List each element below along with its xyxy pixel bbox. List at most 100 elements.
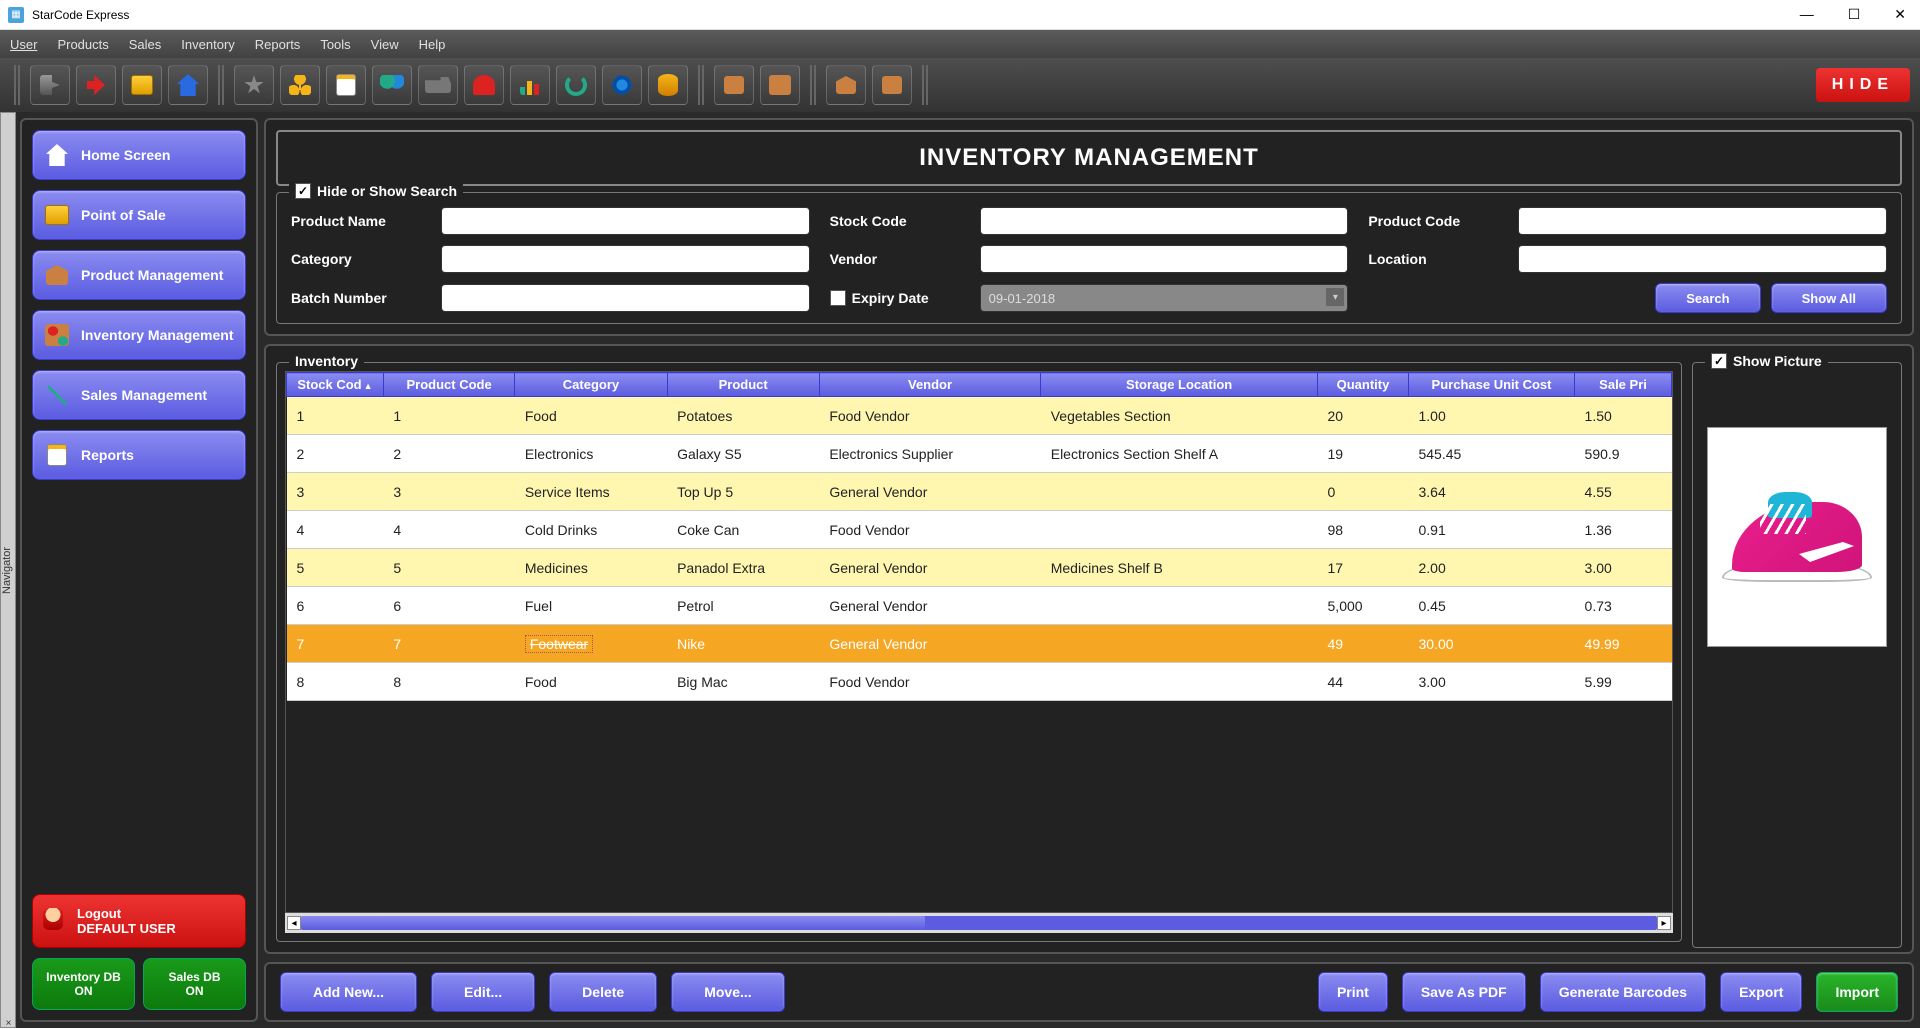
menu-sales[interactable]: Sales	[129, 37, 162, 52]
toolbar-users-button[interactable]	[372, 65, 412, 105]
toolbar-home-button[interactable]	[168, 65, 208, 105]
sales-db-label: Sales DB	[168, 970, 220, 984]
stock-code-input[interactable]	[980, 207, 1349, 235]
inventory-db-button[interactable]: Inventory DB ON	[32, 958, 135, 1010]
sidebar-item-label: Point of Sale	[81, 207, 166, 223]
table-cell: 3	[287, 473, 384, 511]
toolbar-box-out-button[interactable]	[872, 65, 912, 105]
inventory-table[interactable]: Stock Cod▲Product CodeCategoryProductVen…	[285, 371, 1673, 913]
table-row[interactable]: 33Service ItemsTop Up 5General Vendor03.…	[287, 473, 1672, 511]
move-button[interactable]: Move...	[671, 972, 784, 1012]
menu-help[interactable]: Help	[419, 37, 446, 52]
main-content: INVENTORY MANAGEMENT ✓ Hide or Show Sear…	[264, 118, 1914, 1022]
toolbar-box-add-button[interactable]	[714, 65, 754, 105]
column-header[interactable]: Product Code	[383, 373, 514, 397]
table-row[interactable]: 22ElectronicsGalaxy S5Electronics Suppli…	[287, 435, 1672, 473]
expiry-date-input[interactable]	[980, 284, 1349, 312]
toolbar-database-button[interactable]	[648, 65, 688, 105]
import-button[interactable]: Import	[1816, 972, 1898, 1012]
export-button[interactable]: Export	[1720, 972, 1802, 1012]
sidebar-item-reports[interactable]: Reports	[32, 430, 246, 480]
table-row[interactable]: 88FoodBig MacFood Vendor443.005.99	[287, 663, 1672, 701]
edit-button[interactable]: Edit...	[431, 972, 535, 1012]
vendor-input[interactable]	[980, 245, 1349, 273]
navigator-close-icon[interactable]: ×	[3, 1018, 14, 1029]
menu-reports[interactable]: Reports	[255, 37, 301, 52]
show-all-button[interactable]: Show All	[1771, 283, 1887, 313]
table-cell: 4.55	[1575, 473, 1672, 511]
table-row[interactable]: 11FoodPotatoesFood VendorVegetables Sect…	[287, 397, 1672, 435]
column-header[interactable]: Stock Cod▲	[287, 373, 384, 397]
scroll-thumb[interactable]	[301, 916, 925, 930]
window-close-button[interactable]: ✕	[1888, 6, 1912, 23]
toolbar-favorite-button[interactable]	[234, 65, 274, 105]
search-button[interactable]: Search	[1655, 283, 1760, 313]
table-row[interactable]: 55MedicinesPanadol ExtraGeneral VendorMe…	[287, 549, 1672, 587]
scroll-right-icon[interactable]: ▸	[1657, 916, 1671, 930]
add-new-button[interactable]: Add New...	[280, 972, 417, 1012]
sidebar-item-sales[interactable]: Sales Management	[32, 370, 246, 420]
column-header[interactable]: Sale Pri	[1575, 373, 1672, 397]
sidebar-item-inventory[interactable]: Inventory Management	[32, 310, 246, 360]
navigator-tab[interactable]: × Navigator	[0, 112, 16, 1028]
search-toggle-checkbox[interactable]: ✓	[295, 183, 311, 199]
sales-db-button[interactable]: Sales DB ON	[143, 958, 246, 1010]
calendar-dropdown-icon[interactable]: ▾	[1326, 288, 1344, 306]
toolbar-customers-button[interactable]	[464, 65, 504, 105]
menu-user[interactable]: User	[10, 37, 37, 52]
table-cell	[1041, 511, 1318, 549]
toolbar-settings-button[interactable]	[602, 65, 642, 105]
toolbar-box-open-button[interactable]	[826, 65, 866, 105]
category-input[interactable]	[441, 245, 810, 273]
toolbar-exit-button[interactable]	[30, 65, 70, 105]
expiry-date-checkbox[interactable]	[830, 290, 846, 306]
window-minimize-button[interactable]: —	[1794, 6, 1820, 23]
window-maximize-button[interactable]: ☐	[1842, 6, 1867, 23]
toolbar-truck-button[interactable]	[418, 65, 458, 105]
table-cell: 0	[1318, 473, 1409, 511]
toolbar-boxes-button[interactable]	[760, 65, 800, 105]
column-header[interactable]: Product	[667, 373, 819, 397]
scroll-left-icon[interactable]: ◂	[287, 916, 301, 930]
toolbar-pos-button[interactable]	[122, 65, 162, 105]
menu-tools[interactable]: Tools	[320, 37, 350, 52]
stock-code-label: Stock Code	[830, 213, 960, 229]
hide-button[interactable]: HIDE	[1816, 68, 1910, 102]
location-input[interactable]	[1518, 245, 1887, 273]
toolbar-org-button[interactable]	[280, 65, 320, 105]
print-button[interactable]: Print	[1318, 972, 1388, 1012]
product-name-input[interactable]	[441, 207, 810, 235]
delete-button[interactable]: Delete	[549, 972, 657, 1012]
generate-barcodes-button[interactable]: Generate Barcodes	[1540, 972, 1706, 1012]
column-header[interactable]: Storage Location	[1041, 373, 1318, 397]
column-header[interactable]: Purchase Unit Cost	[1408, 373, 1574, 397]
menu-products[interactable]: Products	[57, 37, 108, 52]
table-row[interactable]: 77FootwearNikeGeneral Vendor4930.0049.99	[287, 625, 1672, 663]
table-row[interactable]: 44Cold DrinksCoke CanFood Vendor980.911.…	[287, 511, 1672, 549]
table-cell	[1041, 473, 1318, 511]
column-header[interactable]: Quantity	[1318, 373, 1409, 397]
sidebar-item-product[interactable]: Product Management	[32, 250, 246, 300]
table-cell: 0.45	[1408, 587, 1574, 625]
logout-button[interactable]: Logout DEFAULT USER	[32, 894, 246, 948]
batch-number-input[interactable]	[441, 284, 810, 312]
toolbar-chart-button[interactable]	[510, 65, 550, 105]
table-cell: Nike	[667, 625, 819, 663]
horizontal-scrollbar[interactable]: ◂ ▸	[285, 913, 1673, 933]
toolbar-refresh-button[interactable]	[556, 65, 596, 105]
show-picture-checkbox[interactable]: ✓	[1711, 353, 1727, 369]
column-header[interactable]: Category	[515, 373, 667, 397]
save-pdf-button[interactable]: Save As PDF	[1402, 972, 1526, 1012]
menu-inventory[interactable]: Inventory	[181, 37, 234, 52]
toolbar-form-button[interactable]	[326, 65, 366, 105]
product-code-input[interactable]	[1518, 207, 1887, 235]
sidebar-item-pos[interactable]: Point of Sale	[32, 190, 246, 240]
table-row[interactable]: 66FuelPetrolGeneral Vendor5,0000.450.73	[287, 587, 1672, 625]
sidebar-item-home[interactable]: Home Screen	[32, 130, 246, 180]
truck-icon	[425, 77, 451, 93]
menu-view[interactable]: View	[371, 37, 399, 52]
boxes-icon	[43, 321, 71, 349]
search-fieldset: ✓ Hide or Show Search Product Name Stock…	[276, 192, 1902, 324]
toolbar-login-button[interactable]	[76, 65, 116, 105]
column-header[interactable]: Vendor	[819, 373, 1040, 397]
